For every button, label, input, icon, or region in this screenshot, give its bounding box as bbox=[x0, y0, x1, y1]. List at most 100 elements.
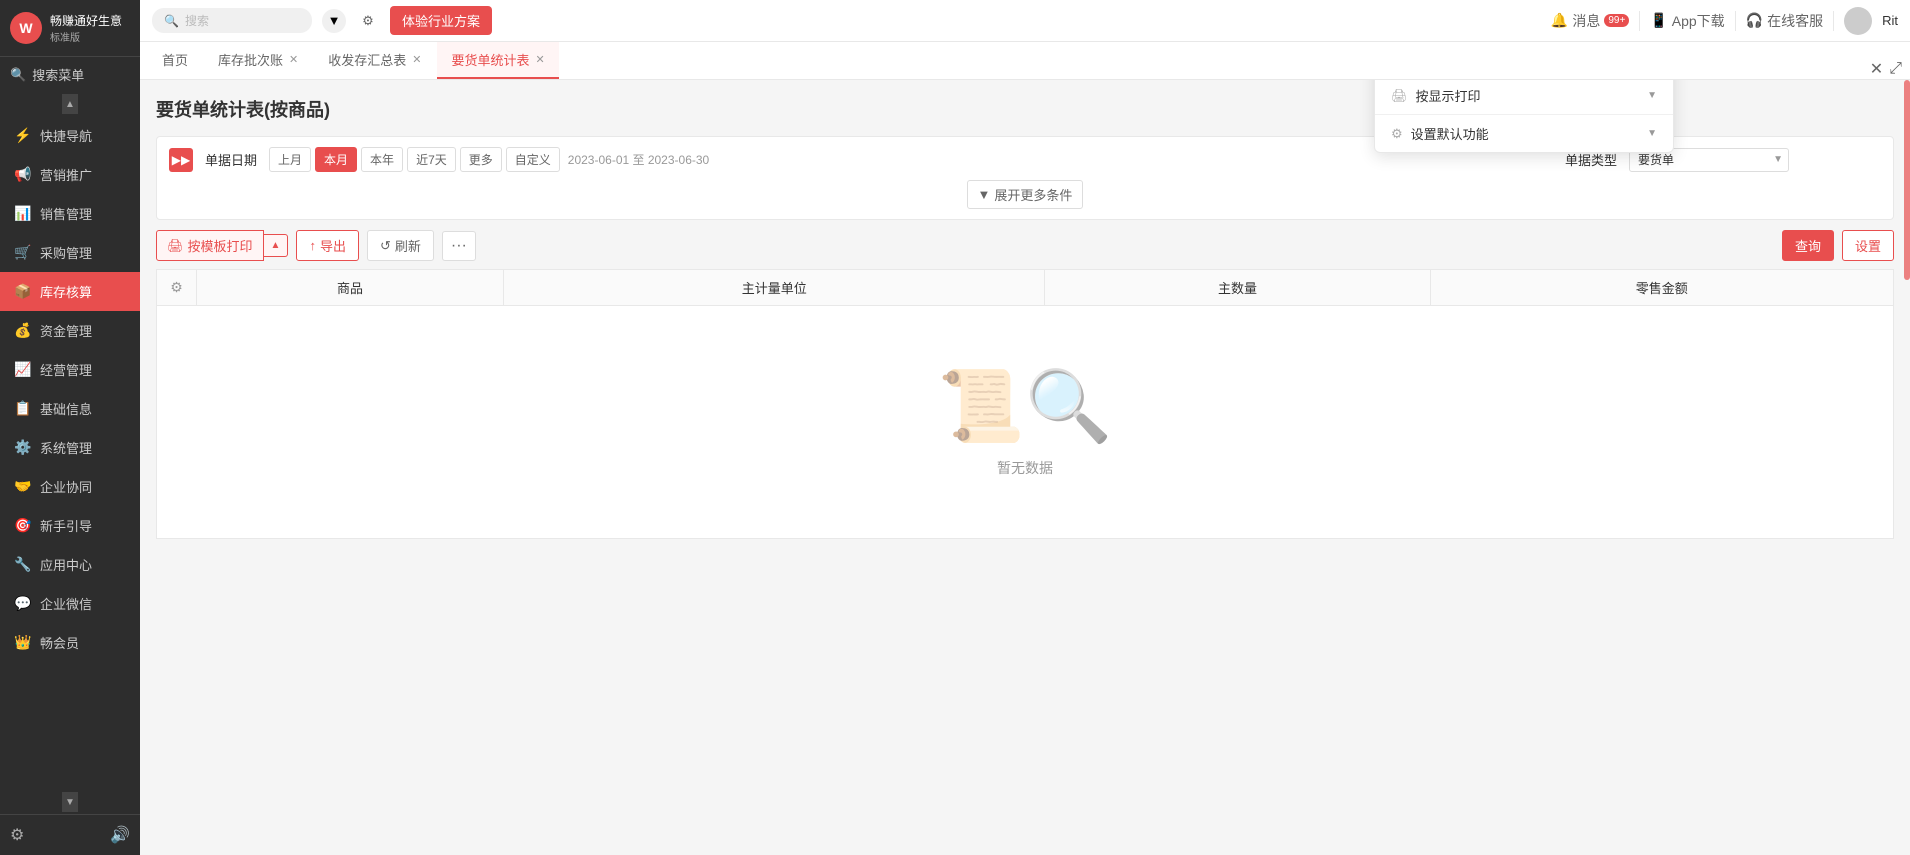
sidebar-item-operations[interactable]: 📈 经营管理 bbox=[0, 350, 140, 389]
sidebar-item-marketing[interactable]: 📢 营销推广 bbox=[0, 155, 140, 194]
tab-window-controls: ✕ ⤢ bbox=[1870, 59, 1902, 79]
topbar-dropdown-btn[interactable]: ▼ bbox=[322, 9, 346, 33]
tab-order-stats-close[interactable]: ✕ bbox=[536, 53, 545, 66]
display-print-icon: 🖨 bbox=[1391, 88, 1408, 104]
scroll-down-btn[interactable]: ▼ bbox=[62, 792, 78, 812]
sidebar-item-wechat[interactable]: 💬 企业微信 bbox=[0, 584, 140, 623]
expand-more-btn[interactable]: ▼ 展开更多条件 bbox=[967, 180, 1084, 209]
refresh-btn[interactable]: ↺ 刷新 bbox=[367, 230, 434, 261]
sidebar-item-label: 系统管理 bbox=[40, 438, 92, 457]
date-btn-this-year[interactable]: 本年 bbox=[361, 147, 403, 172]
sales-icon: 📊 bbox=[14, 205, 32, 223]
sidebar-item-quick-nav[interactable]: ⚡ 快捷导航 bbox=[0, 116, 140, 155]
sidebar-scroll-up[interactable]: ▲ bbox=[0, 92, 140, 116]
refresh-icon: ↺ bbox=[380, 238, 391, 254]
sidebar-item-inventory[interactable]: 📦 库存核算 bbox=[0, 272, 140, 311]
sidebar-item-label: 基础信息 bbox=[40, 399, 92, 418]
trial-button[interactable]: 体验行业方案 bbox=[390, 6, 492, 35]
basic-icon: 📋 bbox=[14, 400, 32, 418]
notification-bell-icon: 🔔 bbox=[1551, 12, 1568, 29]
expand-label: 展开更多条件 bbox=[994, 185, 1072, 204]
sidebar-item-sales[interactable]: 📊 销售管理 bbox=[0, 194, 140, 233]
table-header-quantity: 主数量 bbox=[1045, 270, 1430, 306]
table-header-retail-amount: 零售金额 bbox=[1430, 270, 1893, 306]
table-header-unit: 主计量单位 bbox=[503, 270, 1045, 306]
tab-inventory-batch-close[interactable]: ✕ bbox=[289, 53, 298, 66]
print-dropdown-display-section: 🖨 按显示打印 ▼ bbox=[1375, 80, 1673, 114]
sidebar-item-basic[interactable]: 📋 基础信息 bbox=[0, 389, 140, 428]
sidebar-item-system[interactable]: ⚙️ 系统管理 bbox=[0, 428, 140, 467]
topbar-search-box[interactable]: 🔍 搜索 bbox=[152, 8, 312, 33]
window-close-btn[interactable]: ✕ bbox=[1870, 59, 1883, 79]
notification-icon-wrap[interactable]: 🔔 消息 99+ bbox=[1551, 11, 1629, 31]
sidebar-scroll-down[interactable]: ▼ bbox=[0, 790, 140, 814]
main-area: 🔍 搜索 ▼ ⚙ 体验行业方案 🔔 消息 99+ 📱 App下载 🎧 在线客服 … bbox=[140, 0, 1910, 855]
sidebar-item-finance[interactable]: 💰 资金管理 bbox=[0, 311, 140, 350]
empty-cell: 📜🔍 暂无数据 bbox=[157, 306, 1894, 539]
tab-order-stats[interactable]: 要货单统计表 ✕ bbox=[437, 42, 558, 79]
print-dropdown: 🖨 按模板打印 ▲ ≡ 当前：要货单统计表 ▼ 🖨 模板打印 bbox=[1374, 80, 1674, 153]
print-arrow-btn[interactable]: ▲ bbox=[264, 234, 289, 257]
tab-receivable-summary-close[interactable]: ✕ bbox=[412, 53, 421, 66]
sidebar-item-label: 企业微信 bbox=[40, 594, 92, 613]
settings-footer-icon[interactable]: ⚙ bbox=[10, 825, 24, 845]
finance-icon: 💰 bbox=[14, 322, 32, 340]
sidebar-nav: ⚡ 快捷导航 📢 营销推广 📊 销售管理 🛒 采购管理 📦 库存核算 💰 资金管… bbox=[0, 116, 140, 790]
more-btn[interactable]: ··· bbox=[442, 231, 476, 261]
appstore-icon: 🔧 bbox=[14, 556, 32, 574]
user-name[interactable]: Rit bbox=[1882, 13, 1898, 28]
tab-receivable-summary[interactable]: 收发存汇总表 ✕ bbox=[314, 42, 435, 79]
scroll-up-btn[interactable]: ▲ bbox=[62, 94, 78, 114]
print-dropdown-default-section: ⚙ 设置默认功能 ▼ bbox=[1375, 114, 1673, 152]
table-settings-icon[interactable]: ⚙ bbox=[170, 279, 183, 295]
tab-receivable-summary-label: 收发存汇总表 bbox=[328, 50, 406, 69]
tab-inventory-batch[interactable]: 库存批次账 ✕ bbox=[204, 42, 312, 79]
search-icon: 🔍 bbox=[10, 67, 26, 83]
logo-icon: W bbox=[10, 12, 42, 44]
purchase-icon: 🛒 bbox=[14, 244, 32, 262]
query-btn[interactable]: 查询 bbox=[1782, 230, 1834, 261]
customer-service-label: 在线客服 bbox=[1767, 11, 1823, 31]
sidebar-item-purchase[interactable]: 🛒 采购管理 bbox=[0, 233, 140, 272]
set-default-item[interactable]: ⚙ 设置默认功能 ▼ bbox=[1375, 115, 1673, 152]
sidebar-logo: W 畅赚通好生意 标准版 bbox=[0, 0, 140, 57]
sound-footer-icon[interactable]: 🔊 bbox=[110, 825, 130, 845]
sidebar-item-label: 畅会员 bbox=[40, 633, 79, 652]
topbar-gear-icon[interactable]: ⚙ bbox=[356, 9, 380, 33]
right-scrollbar[interactable] bbox=[1904, 80, 1910, 280]
sidebar-item-collab[interactable]: 🤝 企业协同 bbox=[0, 467, 140, 506]
tab-home[interactable]: 首页 bbox=[148, 42, 202, 79]
date-btn-this-month[interactable]: 本月 bbox=[315, 147, 357, 172]
table-header-row: ⚙ 商品 主计量单位 主数量 零售金额 bbox=[157, 270, 1894, 306]
sidebar: W 畅赚通好生意 标准版 🔍 搜索菜单 ▲ ⚡ 快捷导航 📢 营销推广 📊 销售… bbox=[0, 0, 140, 855]
table-header-settings[interactable]: ⚙ bbox=[157, 270, 197, 306]
wechat-icon: 💬 bbox=[14, 595, 32, 613]
topbar-divider-2 bbox=[1735, 11, 1736, 31]
display-print-item[interactable]: 🖨 按显示打印 ▼ bbox=[1375, 80, 1673, 114]
notification-label: 消息 bbox=[1572, 11, 1600, 31]
date-btn-last-7days[interactable]: 近7天 bbox=[407, 147, 456, 172]
export-btn[interactable]: ↑ 导出 bbox=[296, 230, 359, 261]
customer-service-wrap[interactable]: 🎧 在线客服 bbox=[1746, 11, 1823, 31]
filter-collapse-btn[interactable]: ▶▶ bbox=[169, 148, 193, 172]
date-btn-more[interactable]: 更多 bbox=[460, 147, 502, 172]
sidebar-item-guide[interactable]: 🎯 新手引导 bbox=[0, 506, 140, 545]
topbar-search-placeholder: 搜索 bbox=[185, 12, 209, 29]
tab-home-label: 首页 bbox=[162, 50, 188, 69]
date-btn-last-month[interactable]: 上月 bbox=[269, 147, 311, 172]
sidebar-item-appstore[interactable]: 🔧 应用中心 bbox=[0, 545, 140, 584]
date-btn-custom[interactable]: 自定义 bbox=[506, 147, 560, 172]
app-download-wrap[interactable]: 📱 App下载 bbox=[1650, 11, 1724, 31]
system-icon: ⚙️ bbox=[14, 439, 32, 457]
sidebar-item-vip[interactable]: 👑 畅会员 bbox=[0, 623, 140, 662]
print-main-btn[interactable]: 🖨 按模板打印 bbox=[156, 230, 264, 261]
filter-collapse-icon: ▶▶ bbox=[172, 153, 190, 167]
topbar-divider-3 bbox=[1833, 11, 1834, 31]
window-expand-btn[interactable]: ⤢ bbox=[1889, 60, 1902, 78]
sidebar-search[interactable]: 🔍 搜索菜单 bbox=[0, 57, 140, 92]
settings-btn[interactable]: 设置 bbox=[1842, 230, 1894, 261]
date-filter-label: 单据日期 bbox=[205, 150, 257, 169]
quick-nav-icon: ⚡ bbox=[14, 127, 32, 145]
sidebar-item-label: 销售管理 bbox=[40, 204, 92, 223]
user-avatar[interactable] bbox=[1844, 7, 1872, 35]
